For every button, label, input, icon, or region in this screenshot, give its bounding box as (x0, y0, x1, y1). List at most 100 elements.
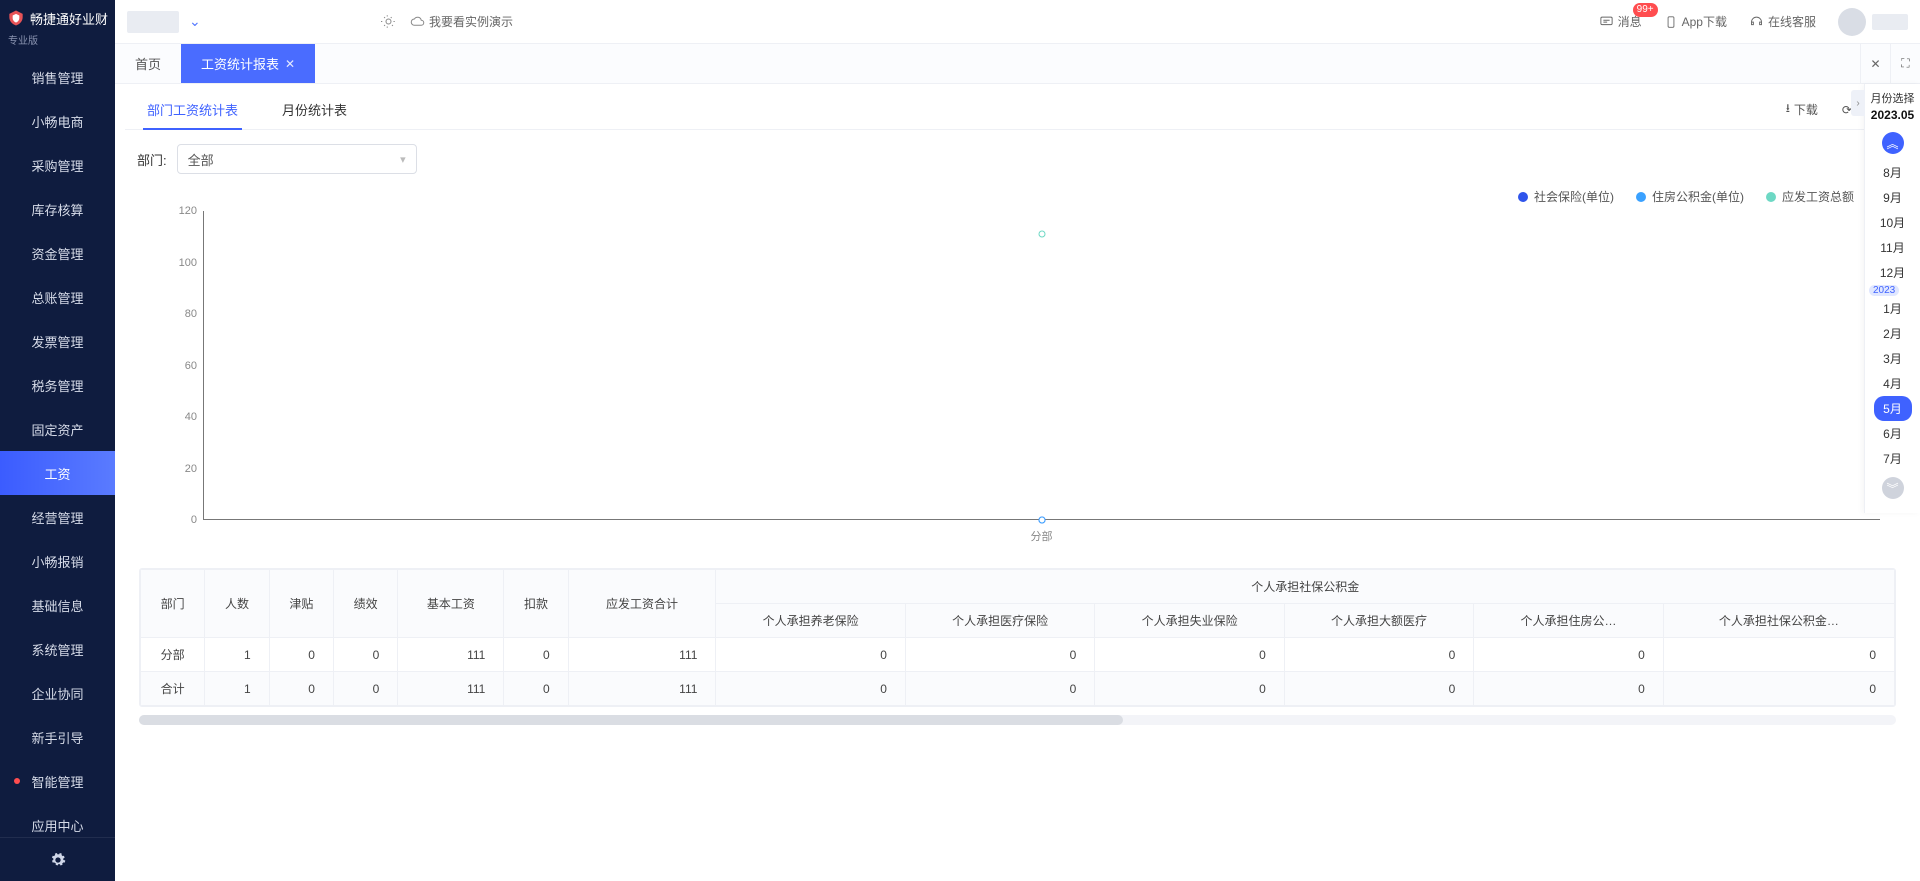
cell: 0 (1095, 638, 1284, 672)
tab-home[interactable]: 首页 (115, 44, 181, 83)
scrollbar-thumb[interactable] (139, 715, 1123, 725)
chevron-down-icon: ⌄ (189, 13, 201, 30)
th-count: 人数 (205, 570, 269, 638)
month-option[interactable]: 9月 (1874, 185, 1912, 210)
user-menu[interactable] (1838, 8, 1908, 36)
chat-icon (1599, 14, 1614, 29)
subtab-b-label: 月份统计表 (282, 100, 347, 119)
sidebar-item-12[interactable]: 基础信息 (0, 583, 115, 627)
horizontal-scrollbar[interactable] (139, 715, 1896, 725)
cell: 0 (1663, 672, 1894, 706)
month-panel-header[interactable]: 月份选择 (1871, 90, 1915, 106)
th-dept: 部门 (141, 570, 205, 638)
sidebar-item-9[interactable]: 工资 (0, 451, 115, 495)
sub-tabs: 部门工资统计表 月份统计表 ⭳下载 ⟳刷新 (125, 90, 1910, 130)
month-option[interactable]: 6月 (1874, 421, 1912, 446)
sidebar-settings[interactable] (0, 837, 115, 881)
cell: 1 (205, 638, 269, 672)
cell: 0 (905, 672, 1094, 706)
legend-item-2[interactable]: 住房公积金(单位) (1636, 188, 1744, 205)
download-label: 下载 (1794, 101, 1818, 118)
download-button[interactable]: ⭳下载 (1786, 99, 1818, 120)
month-next-button[interactable]: ︾ (1882, 477, 1904, 499)
month-option[interactable]: 10月 (1874, 210, 1912, 235)
subtab-department[interactable]: 部门工资统计表 (125, 90, 260, 129)
cell: 0 (716, 638, 905, 672)
month-option[interactable]: 5月 (1874, 396, 1912, 421)
month-option[interactable]: 12月 (1874, 260, 1912, 285)
messages-button[interactable]: 消息 99+ (1599, 13, 1642, 30)
month-panel-selected: 2023.05 (1871, 108, 1914, 122)
sidebar-item-10[interactable]: 经营管理 (0, 495, 115, 539)
month-option[interactable]: 1月 (1874, 296, 1912, 321)
cell: 0 (504, 672, 568, 706)
legend-c-label: 应发工资总额 (1782, 188, 1854, 205)
tab-salary-report[interactable]: 工资统计报表 ✕ (181, 44, 315, 83)
chart-legend: 社会保险(单位) 住房公积金(单位) 应发工资总额 (143, 186, 1892, 211)
demo-label: 我要看实例演示 (429, 13, 513, 30)
sidebar-item-1[interactable]: 小畅电商 (0, 99, 115, 143)
filter-label: 部门: (137, 150, 167, 169)
sidebar-item-6[interactable]: 发票管理 (0, 319, 115, 363)
user-name (1872, 14, 1908, 30)
cell: 0 (1284, 638, 1473, 672)
gear-icon (50, 852, 66, 868)
month-option[interactable]: 11月 (1874, 235, 1912, 260)
settings-icon[interactable] (381, 14, 396, 29)
th-perf: 绩效 (333, 570, 397, 638)
fullscreen-button[interactable]: ⛶ (1890, 44, 1920, 83)
month-option[interactable]: 3月 (1874, 346, 1912, 371)
chart-y-axis: 020406080100120 (163, 211, 203, 520)
cell: 0 (504, 638, 568, 672)
legend-item-3[interactable]: 应发工资总额 (1766, 188, 1854, 205)
cell: 合计 (141, 672, 205, 706)
chart-point (1039, 231, 1046, 238)
sidebar-item-13[interactable]: 系统管理 (0, 627, 115, 671)
sidebar-item-15[interactable]: 新手引导 (0, 715, 115, 759)
sidebar-item-16[interactable]: 智能管理 (0, 759, 115, 803)
table-row: 合计1001110111000000 (141, 672, 1895, 706)
y-tick: 120 (179, 205, 197, 217)
phone-icon (1664, 15, 1678, 29)
close-icon[interactable]: ✕ (285, 57, 295, 71)
th-g4: 个人承担大额医疗 (1284, 604, 1473, 638)
sidebar-item-5[interactable]: 总账管理 (0, 275, 115, 319)
legend-item-1[interactable]: 社会保险(单位) (1518, 188, 1614, 205)
cell: 111 (568, 638, 716, 672)
month-picker-panel: › 月份选择 2023.05 ︽ 8月9月10月11月12月20231月2月3月… (1864, 84, 1920, 513)
download-icon: ⭳ (1786, 99, 1790, 120)
cell: 0 (1095, 672, 1284, 706)
page-tabs: 首页 工资统计报表 ✕ ✕ ⛶ (115, 44, 1920, 84)
sidebar-item-14[interactable]: 企业协同 (0, 671, 115, 715)
online-service-button[interactable]: 在线客服 (1749, 13, 1816, 30)
sidebar-item-3[interactable]: 库存核算 (0, 187, 115, 231)
cell: 0 (269, 672, 333, 706)
month-option[interactable]: 4月 (1874, 371, 1912, 396)
cell: 0 (333, 672, 397, 706)
cell: 0 (1663, 638, 1894, 672)
month-option[interactable]: 2月 (1874, 321, 1912, 346)
cell: 111 (398, 672, 504, 706)
demo-link[interactable]: 我要看实例演示 (410, 13, 513, 30)
sidebar-item-8[interactable]: 固定资产 (0, 407, 115, 451)
sidebar-item-2[interactable]: 采购管理 (0, 143, 115, 187)
service-label: 在线客服 (1768, 13, 1816, 30)
app-download-button[interactable]: App下载 (1664, 13, 1727, 30)
sidebar-item-7[interactable]: 税务管理 (0, 363, 115, 407)
th-g2: 个人承担医疗保险 (905, 604, 1094, 638)
th-g6: 个人承担社保公积金… (1663, 604, 1894, 638)
sidebar-item-11[interactable]: 小畅报销 (0, 539, 115, 583)
collapse-panel-button[interactable]: › (1851, 90, 1865, 116)
close-all-button[interactable]: ✕ (1860, 44, 1890, 83)
month-option[interactable]: 8月 (1874, 160, 1912, 185)
subtab-month[interactable]: 月份统计表 (260, 90, 369, 129)
sidebar-item-17[interactable]: 应用中心 (0, 803, 115, 837)
th-g3: 个人承担失业保险 (1095, 604, 1284, 638)
legend-dot-icon (1518, 192, 1528, 202)
sidebar-item-4[interactable]: 资金管理 (0, 231, 115, 275)
department-select[interactable]: 全部 ▾ (177, 144, 417, 174)
month-option[interactable]: 7月 (1874, 446, 1912, 471)
sidebar-item-0[interactable]: 销售管理 (0, 55, 115, 99)
month-prev-button[interactable]: ︽ (1882, 132, 1904, 154)
org-selector[interactable]: ⌄ (127, 11, 367, 33)
